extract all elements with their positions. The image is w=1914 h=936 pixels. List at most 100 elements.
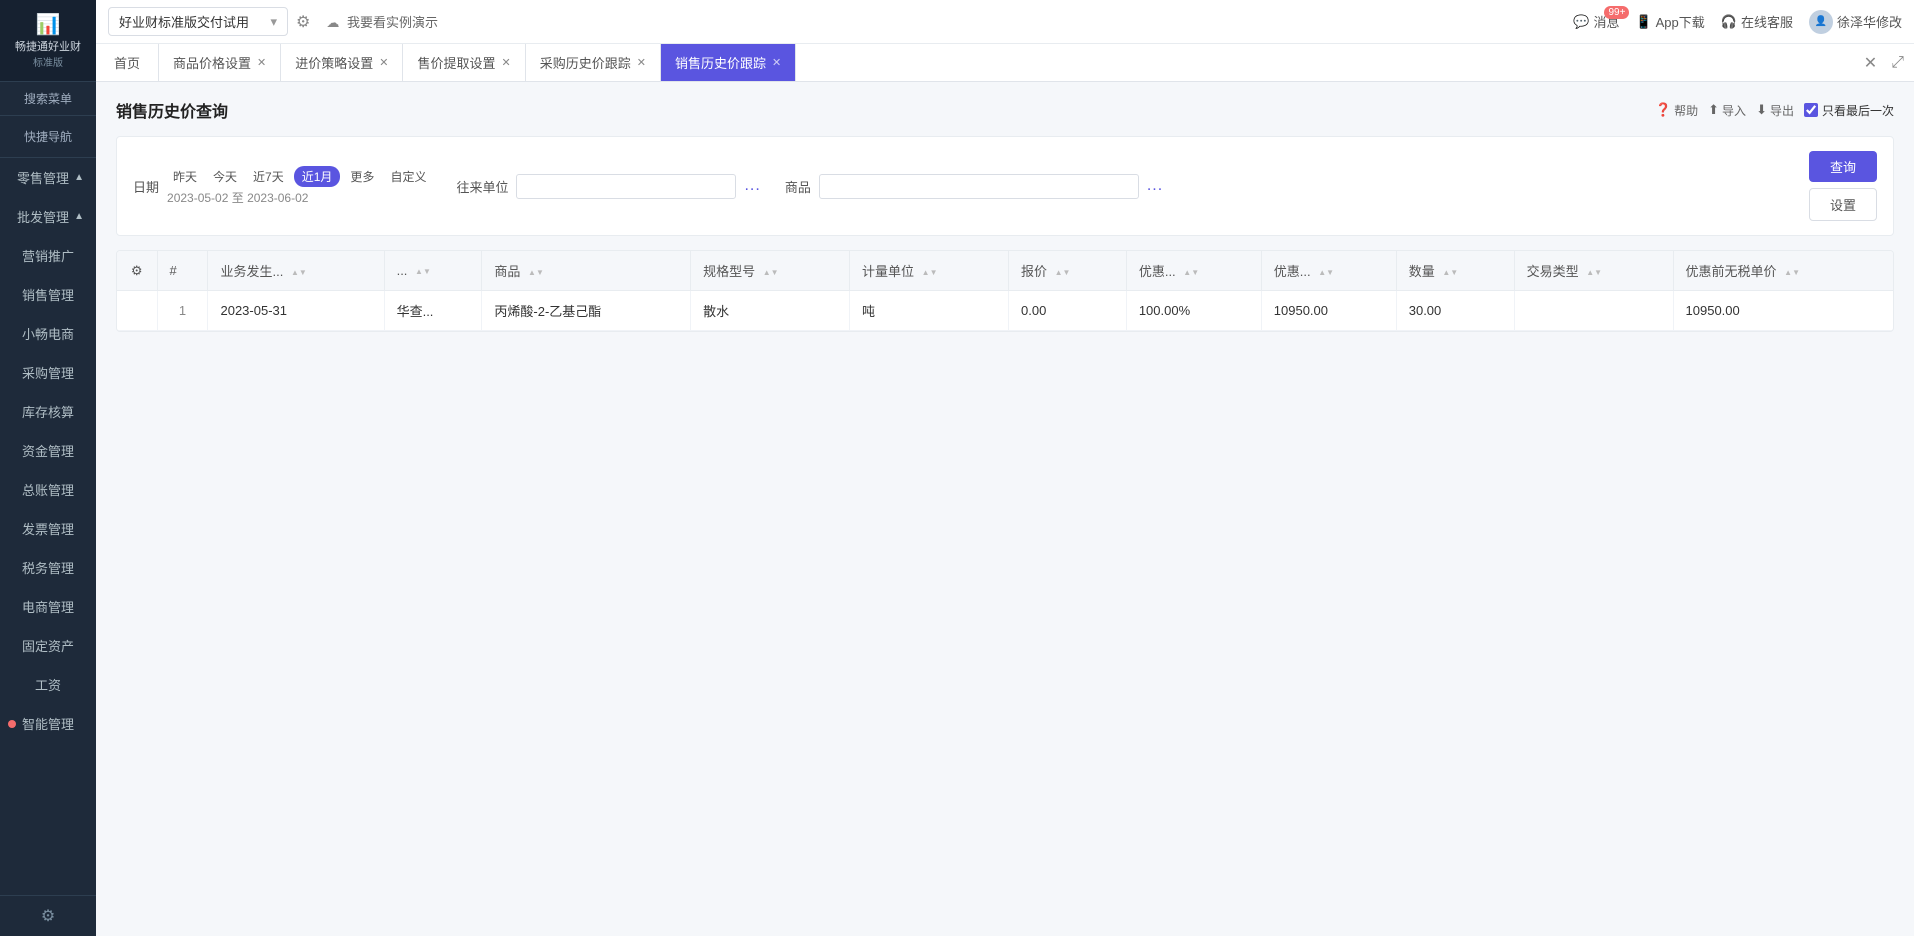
import-link[interactable]: ⬆ 导入: [1708, 102, 1746, 119]
tab-close-action-icon[interactable]: ✕: [1858, 49, 1883, 77]
supplier-input[interactable]: [516, 174, 736, 199]
settings-button[interactable]: 设置: [1809, 188, 1877, 221]
row-goods-cell: 丙烯酸-2-乙基己酯: [482, 291, 691, 331]
tab-home[interactable]: 首页: [96, 44, 159, 82]
app-download-button[interactable]: 📱 App下载: [1635, 12, 1704, 31]
th-extra-label: ...: [397, 263, 408, 278]
sidebar-item-ecommerce-label: 电商管理: [12, 597, 84, 616]
user-menu-button[interactable]: 👤 徐泽华修改: [1809, 10, 1902, 34]
tab-price-extract-close-icon[interactable]: ✕: [502, 56, 511, 69]
sidebar-item-salary[interactable]: 工资: [0, 665, 96, 704]
sidebar-item-assets[interactable]: 固定资产: [0, 626, 96, 665]
sidebar-item-marketing[interactable]: 营销推广: [0, 236, 96, 275]
date-opt-last1m[interactable]: 近1月: [294, 166, 341, 187]
sidebar-item-purchase[interactable]: 采购管理: [0, 353, 96, 392]
date-opt-more[interactable]: 更多: [344, 166, 380, 187]
sort-price-icon[interactable]: ▲▼: [1055, 268, 1071, 277]
th-gear[interactable]: ⚙: [117, 251, 157, 291]
sort-qty-icon[interactable]: ▲▼: [1442, 268, 1458, 277]
online-service-button[interactable]: 🎧 在线客服: [1721, 12, 1793, 31]
th-notax-price-label: 优惠前无税单价: [1686, 264, 1777, 279]
sidebar-item-ledger[interactable]: 总账管理: [0, 470, 96, 509]
last-only-checkbox[interactable]: [1804, 103, 1818, 117]
help-link[interactable]: ❓ 帮助: [1655, 102, 1698, 119]
goods-dots-button[interactable]: ...: [1147, 177, 1163, 195]
sort-spec-icon[interactable]: ▲▼: [763, 268, 779, 277]
topbar-gear-icon[interactable]: ⚙: [296, 12, 310, 32]
sort-txtype-icon[interactable]: ▲▼: [1586, 268, 1602, 277]
sidebar-item-smart[interactable]: 智能管理: [0, 704, 96, 743]
tabs-actions: ✕ ⤢: [1858, 49, 1914, 77]
sidebar-item-retail[interactable]: 零售管理 ▲: [0, 158, 96, 197]
date-opt-last7[interactable]: 近7天: [247, 166, 290, 187]
tab-purchase-strategy[interactable]: 进价策略设置 ✕: [281, 44, 403, 82]
th-discount1-label: 优惠...: [1139, 264, 1176, 279]
row-extra-cell: 华查...: [384, 291, 482, 331]
date-opt-today[interactable]: 今天: [207, 166, 243, 187]
demo-btn[interactable]: ☁ 我要看实例演示: [326, 12, 438, 31]
tabs-bar: 首页 商品价格设置 ✕ 进价策略设置 ✕ 售价提取设置 ✕ 采购历史价跟踪 ✕ …: [96, 44, 1914, 82]
version-select[interactable]: 好业财标准版交付试用 ▾: [108, 7, 288, 36]
service-label: 在线客服: [1741, 12, 1793, 31]
date-opt-yesterday[interactable]: 昨天: [167, 166, 203, 187]
table-header-row: ⚙ # 业务发生... ▲▼ ... ▲▼ 商品 ▲▼: [117, 251, 1893, 291]
tab-price-settings-close-icon[interactable]: ✕: [257, 56, 266, 69]
filter-area: 日期 昨天 今天 近7天 近1月 更多 自定义 2023-05-02 至 202…: [116, 136, 1894, 236]
sidebar-item-xiaochang[interactable]: 小畅电商: [0, 314, 96, 353]
tab-purchase-history[interactable]: 采购历史价跟踪 ✕: [526, 44, 661, 82]
tab-expand-action-icon[interactable]: ⤢: [1885, 50, 1910, 76]
supplier-dots-button[interactable]: ...: [744, 177, 760, 195]
sort-discount2-icon[interactable]: ▲▼: [1318, 268, 1334, 277]
sidebar-item-tax[interactable]: 税务管理: [0, 548, 96, 587]
th-discount1[interactable]: 优惠... ▲▼: [1126, 251, 1261, 291]
th-discount2[interactable]: 优惠... ▲▼: [1261, 251, 1396, 291]
search-menu-label[interactable]: 搜索菜单: [8, 90, 88, 107]
sidebar-item-sales-label: 销售管理: [12, 285, 84, 304]
tab-price-settings[interactable]: 商品价格设置 ✕: [159, 44, 281, 82]
sidebar-item-wholesale[interactable]: 批发管理 ▲: [0, 197, 96, 236]
sort-notax-price-icon[interactable]: ▲▼: [1784, 268, 1800, 277]
sort-goods-icon[interactable]: ▲▼: [528, 268, 544, 277]
th-extra[interactable]: ... ▲▼: [384, 251, 482, 291]
query-button[interactable]: 查询: [1809, 151, 1877, 182]
user-name: 徐泽华修改: [1837, 12, 1902, 31]
sort-extra-icon[interactable]: ▲▼: [415, 267, 431, 276]
tab-sales-history-close-icon[interactable]: ✕: [772, 56, 781, 69]
th-date[interactable]: 业务发生... ▲▼: [208, 251, 384, 291]
date-filter-group: 日期 昨天 今天 近7天 近1月 更多 自定义 2023-05-02 至 202…: [133, 166, 432, 206]
sort-discount1-icon[interactable]: ▲▼: [1183, 268, 1199, 277]
th-unit[interactable]: 计量单位 ▲▼: [850, 251, 1009, 291]
sort-date-icon[interactable]: ▲▼: [291, 268, 307, 277]
settings-gear-icon[interactable]: ⚙: [41, 908, 55, 925]
data-table-wrap: ⚙ # 业务发生... ▲▼ ... ▲▼ 商品 ▲▼: [116, 250, 1894, 332]
tab-price-extract[interactable]: 售价提取设置 ✕: [403, 44, 525, 82]
export-link[interactable]: ⬇ 导出: [1756, 102, 1794, 119]
th-qty[interactable]: 数量 ▲▼: [1396, 251, 1514, 291]
tab-price-extract-label: 售价提取设置: [417, 53, 495, 72]
sidebar-item-sales[interactable]: 销售管理: [0, 275, 96, 314]
sidebar-item-ledger-label: 总账管理: [12, 480, 84, 499]
sidebar-item-invoice-label: 发票管理: [12, 519, 84, 538]
th-notax-price[interactable]: 优惠前无税单价 ▲▼: [1673, 251, 1893, 291]
sidebar-item-invoice[interactable]: 发票管理: [0, 509, 96, 548]
supplier-filter-label: 往来单位: [456, 177, 508, 196]
th-goods[interactable]: 商品 ▲▼: [482, 251, 691, 291]
sidebar-item-finance[interactable]: 资金管理: [0, 431, 96, 470]
tab-purchase-history-close-icon[interactable]: ✕: [637, 56, 646, 69]
goods-input[interactable]: [819, 174, 1139, 199]
sidebar-search-section[interactable]: 搜索菜单: [0, 82, 96, 116]
tab-purchase-strategy-close-icon[interactable]: ✕: [379, 56, 388, 69]
th-qty-label: 数量: [1409, 264, 1435, 279]
date-opt-custom[interactable]: 自定义: [384, 166, 432, 187]
sidebar-item-ecommerce[interactable]: 电商管理: [0, 587, 96, 626]
tab-price-settings-label: 商品价格设置: [173, 53, 251, 72]
th-spec[interactable]: 规格型号 ▲▼: [691, 251, 850, 291]
th-price[interactable]: 报价 ▲▼: [1009, 251, 1127, 291]
sidebar-bottom: ⚙: [0, 895, 96, 936]
sort-unit-icon[interactable]: ▲▼: [922, 268, 938, 277]
quick-nav-label[interactable]: 快捷导航: [0, 122, 96, 151]
th-txtype[interactable]: 交易类型 ▲▼: [1514, 251, 1673, 291]
message-button[interactable]: 💬 消息 99+: [1573, 12, 1619, 31]
sidebar-item-inventory[interactable]: 库存核算: [0, 392, 96, 431]
tab-sales-history[interactable]: 销售历史价跟踪 ✕: [661, 44, 796, 82]
